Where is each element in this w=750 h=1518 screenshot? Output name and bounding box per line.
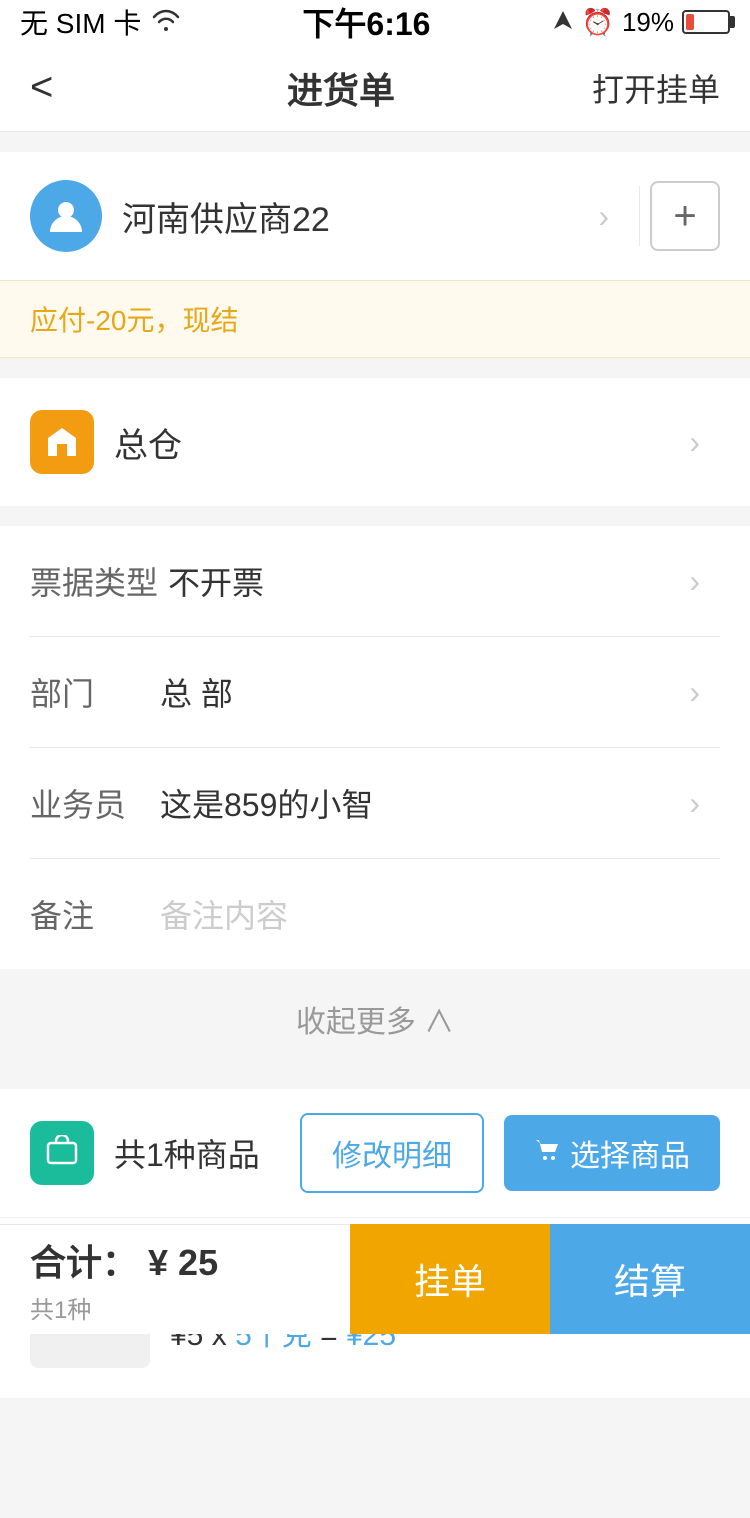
page-title: 进货单	[287, 62, 395, 114]
vertical-divider	[639, 186, 640, 246]
footer-total-label: 合计：	[30, 1242, 138, 1283]
add-supplier-button[interactable]: +	[650, 181, 720, 251]
footer-total-count: 共1种	[30, 1290, 320, 1325]
pending-button[interactable]: 挂单	[350, 1224, 550, 1334]
department-label: 部门	[30, 669, 150, 715]
warehouse-section: 总仓 ›	[0, 378, 750, 506]
notice-bar: 应付-20元，现结	[0, 280, 750, 358]
supplier-row[interactable]: 河南供应商22 › +	[0, 152, 750, 280]
section-gap-2	[0, 358, 750, 378]
nav-bar: < 进货单 打开挂单	[0, 44, 750, 132]
footer-total-amount: 合计： ¥ 25	[30, 1234, 320, 1286]
warehouse-name: 总仓	[114, 418, 689, 467]
warehouse-row[interactable]: 总仓 ›	[0, 378, 750, 506]
salesman-value: 这是859的小智	[150, 780, 689, 826]
section-gap-1	[0, 132, 750, 152]
select-product-label: 选择商品	[570, 1131, 690, 1175]
battery-percent: 19%	[622, 7, 674, 38]
salesman-row[interactable]: 业务员 这是859的小智 ›	[0, 748, 750, 858]
alarm-icon: ⏰	[582, 7, 614, 38]
section-gap-4	[0, 1069, 750, 1089]
remark-row[interactable]: 备注 备注内容	[0, 859, 750, 969]
wifi-icon	[151, 6, 181, 38]
location-icon	[552, 7, 574, 38]
ticket-type-value: 不开票	[158, 558, 689, 604]
edit-detail-button[interactable]: 修改明细	[300, 1113, 484, 1193]
supplier-section: 河南供应商22 › + 应付-20元，现结	[0, 152, 750, 358]
open-pending-button[interactable]: 打开挂单	[592, 65, 720, 111]
status-left: 无 SIM 卡	[20, 2, 181, 42]
product-count-text: 共1种商品	[114, 1130, 280, 1176]
product-header: 共1种商品 修改明细 选择商品	[0, 1089, 750, 1217]
department-chevron-icon: ›	[689, 674, 700, 711]
settle-button[interactable]: 结算	[550, 1224, 750, 1334]
ticket-type-label: 票据类型	[30, 558, 158, 604]
footer-total: 合计： ¥ 25 共1种	[0, 1224, 350, 1334]
status-right: ⏰ 19%	[552, 7, 730, 38]
section-gap-3	[0, 506, 750, 526]
supplier-avatar	[30, 180, 102, 252]
remark-label: 备注	[30, 891, 150, 937]
select-product-button[interactable]: 选择商品	[504, 1115, 720, 1191]
footer-bar: 合计： ¥ 25 共1种 挂单 结算	[0, 1224, 750, 1334]
ticket-type-chevron-icon: ›	[689, 563, 700, 600]
department-row[interactable]: 部门 总 部 ›	[0, 637, 750, 747]
ticket-type-row[interactable]: 票据类型 不开票 ›	[0, 526, 750, 636]
back-button[interactable]: <	[30, 65, 90, 110]
battery-icon	[682, 10, 730, 34]
footer-amount-value: ¥ 25	[148, 1242, 218, 1283]
department-value: 总 部	[150, 669, 689, 715]
footer-spacer	[0, 1398, 750, 1518]
salesman-chevron-icon: ›	[689, 785, 700, 822]
cart-icon	[534, 1136, 562, 1170]
status-time: 下午6:16	[302, 0, 430, 45]
supplier-chevron-icon: ›	[598, 198, 609, 235]
product-count-icon	[30, 1121, 94, 1185]
collapse-more-button[interactable]: 收起更多 ∧	[0, 969, 750, 1069]
salesman-label: 业务员	[30, 780, 150, 826]
warehouse-chevron-icon: ›	[689, 424, 700, 461]
warehouse-icon	[30, 410, 94, 474]
remark-input[interactable]: 备注内容	[150, 891, 720, 937]
carrier-label: 无 SIM 卡	[20, 2, 141, 42]
form-section: 票据类型 不开票 › 部门 总 部 › 业务员 这是859的小智 › 备注 备注…	[0, 526, 750, 969]
supplier-name: 河南供应商22	[122, 192, 598, 241]
status-bar: 无 SIM 卡 下午6:16 ⏰ 19%	[0, 0, 750, 44]
